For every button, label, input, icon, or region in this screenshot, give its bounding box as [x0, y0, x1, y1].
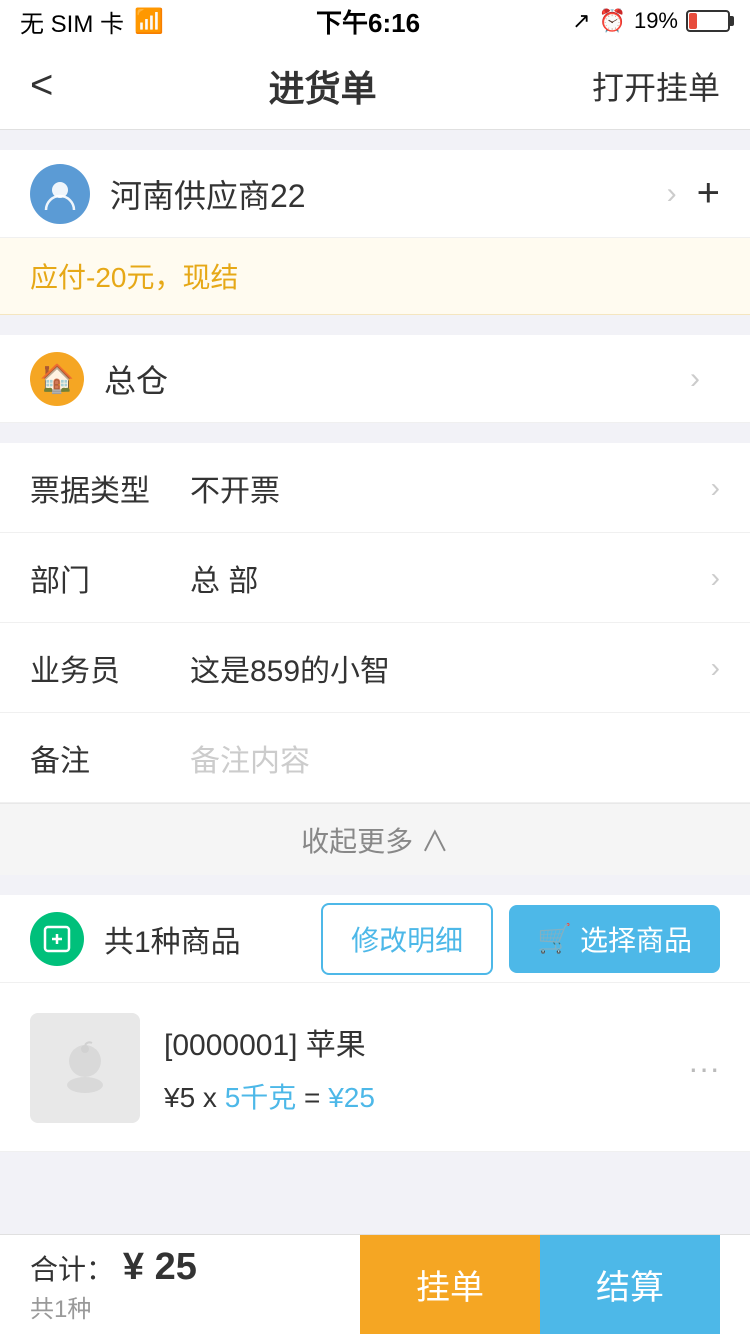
- divider-2: [0, 423, 750, 443]
- supplier-chevron-icon: ›: [667, 177, 677, 211]
- status-bar: 无 SIM 卡 📶 下午6:16 ↗ ⏰ 19%: [0, 0, 750, 42]
- status-right: ↗ ⏰ 19%: [572, 8, 730, 34]
- carrier-label: 无 SIM 卡: [20, 4, 124, 39]
- dept-chevron-icon: ›: [711, 562, 720, 594]
- warehouse-row[interactable]: 🏠 总仓 ›: [0, 335, 750, 423]
- collapse-button[interactable]: 收起更多 ∧: [0, 803, 750, 875]
- supplier-avatar: [30, 164, 90, 224]
- quantity: 5千克: [225, 1082, 297, 1113]
- total-amount: ¥ 25: [123, 1246, 197, 1288]
- add-supplier-button[interactable]: +: [697, 171, 720, 216]
- salesman-label: 业务员: [30, 646, 170, 690]
- hold-button[interactable]: 挂单: [360, 1235, 540, 1334]
- product-header: 共1种商品 修改明细 🛒 选择商品: [0, 895, 750, 983]
- remark-label: 备注: [30, 736, 170, 780]
- salesman-value: 这是859的小智: [170, 646, 711, 690]
- select-product-label: 选择商品: [580, 919, 692, 959]
- product-thumbnail: [30, 1013, 140, 1123]
- supplier-notice: 应付-20元，现结: [0, 238, 750, 315]
- salesman-row[interactable]: 业务员 这是859的小智 ›: [0, 623, 750, 713]
- open-hold-button[interactable]: 打开挂单: [592, 63, 720, 109]
- product-item: [0000001] 苹果 ¥5 x 5千克 = ¥25 ···: [0, 985, 750, 1152]
- warehouse-section: 🏠 总仓 ›: [0, 335, 750, 423]
- footer-total-line: 合计： ¥ 25: [30, 1246, 360, 1289]
- supplier-row[interactable]: 河南供应商22 › +: [0, 150, 750, 238]
- footer-total-info: 合计： ¥ 25 共1种: [30, 1246, 360, 1324]
- battery-icon: [686, 10, 730, 32]
- dept-label: 部门: [30, 556, 170, 600]
- supplier-name: 河南供应商22: [110, 171, 667, 217]
- product-count-label: 共1种商品: [104, 917, 321, 961]
- warehouse-name: 总仓: [104, 356, 690, 402]
- product-header-icon: [30, 912, 84, 966]
- product-name: [0000001] 苹果: [164, 1020, 688, 1064]
- top-divider: [0, 130, 750, 150]
- alarm-icon: ⏰: [599, 8, 626, 34]
- equals-sign: =: [296, 1082, 328, 1113]
- salesman-chevron-icon: ›: [711, 652, 720, 684]
- checkout-button[interactable]: 结算: [540, 1235, 720, 1334]
- divider-1: [0, 315, 750, 335]
- ticket-type-value: 不开票: [170, 466, 711, 510]
- product-code: [0000001]: [164, 1029, 306, 1062]
- product-title: 苹果: [306, 1029, 366, 1062]
- location-icon: ↗: [572, 8, 590, 34]
- dept-value: 总 部: [170, 556, 711, 600]
- unit-price: ¥5 x: [164, 1082, 225, 1113]
- ticket-type-chevron-icon: ›: [711, 472, 720, 504]
- total-sub: 共1种: [30, 1289, 360, 1324]
- battery-label: 19%: [634, 8, 678, 34]
- warehouse-chevron-icon: ›: [690, 362, 700, 396]
- select-product-button[interactable]: 🛒 选择商品: [509, 905, 720, 973]
- status-left: 无 SIM 卡 📶: [20, 4, 164, 39]
- status-time: 下午6:16: [316, 3, 420, 40]
- supplier-section: 河南供应商22 › + 应付-20元，现结: [0, 150, 750, 315]
- product-info: [0000001] 苹果 ¥5 x 5千克 = ¥25: [164, 1020, 688, 1116]
- dept-row[interactable]: 部门 总 部 ›: [0, 533, 750, 623]
- divider-3: [0, 875, 750, 895]
- nav-bar: < 进货单 打开挂单: [0, 42, 750, 130]
- edit-detail-button[interactable]: 修改明细: [321, 903, 493, 975]
- total-label: 合计：: [30, 1254, 114, 1285]
- warehouse-icon: 🏠: [30, 352, 84, 406]
- product-price: ¥5 x 5千克 = ¥25: [164, 1076, 688, 1116]
- back-button[interactable]: <: [30, 63, 53, 108]
- collapse-label: 收起更多 ∧: [301, 820, 449, 860]
- cart-icon: 🛒: [537, 922, 572, 955]
- remark-row[interactable]: 备注 备注内容: [0, 713, 750, 803]
- product-more-button[interactable]: ···: [688, 1050, 720, 1087]
- ticket-type-label: 票据类型: [30, 466, 170, 510]
- wifi-icon: 📶: [134, 7, 164, 36]
- ticket-type-row[interactable]: 票据类型 不开票 ›: [0, 443, 750, 533]
- remark-input[interactable]: 备注内容: [170, 736, 720, 780]
- page-title: 进货单: [269, 60, 377, 112]
- total-price: ¥25: [328, 1082, 375, 1113]
- footer: 合计： ¥ 25 共1种 挂单 结算: [0, 1234, 750, 1334]
- fields-section: 票据类型 不开票 › 部门 总 部 › 业务员 这是859的小智 › 备注 备注…: [0, 443, 750, 803]
- product-section: 共1种商品 修改明细 🛒 选择商品 [0000001] 苹果 ¥5 x 5千克 …: [0, 895, 750, 1152]
